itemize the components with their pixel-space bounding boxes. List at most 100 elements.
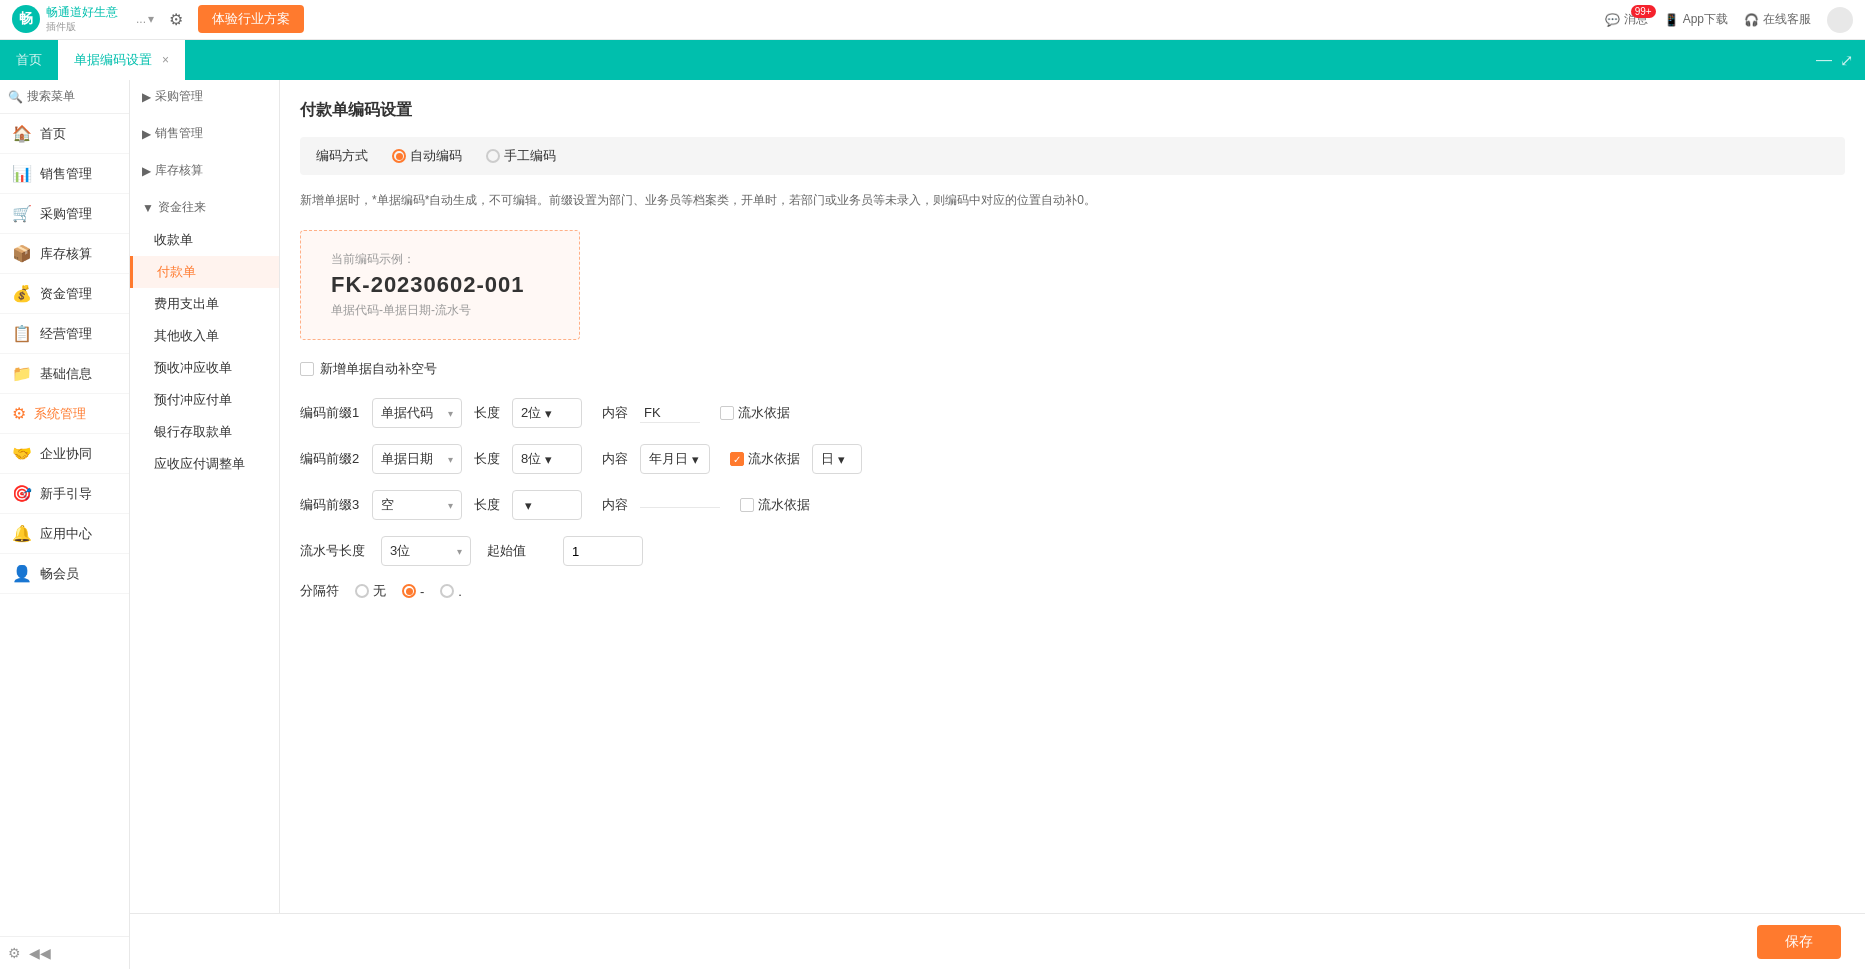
sub-group-sales-label: 销售管理	[155, 125, 203, 142]
content2-select[interactable]: 年月日 ▾	[640, 444, 710, 474]
serial-length-value: 3位	[390, 542, 410, 560]
config-row-3: 编码前缀3 空 ▾ 长度 ▾ 内容 流水依据	[300, 490, 1845, 520]
sidebar-item-guide[interactable]: 🎯 新手引导	[0, 474, 129, 514]
online-service-label: 在线客服	[1763, 11, 1811, 28]
sidebar-item-home[interactable]: 🏠 首页	[0, 114, 129, 154]
sub-group-fund-arrow: ▼	[142, 201, 154, 215]
save-button[interactable]: 保存	[1757, 925, 1841, 959]
radio-auto-encode[interactable]: 自动编码	[392, 147, 462, 165]
online-service-area[interactable]: 🎧 在线客服	[1744, 11, 1811, 28]
app-download-area[interactable]: 📱 App下载	[1664, 11, 1728, 28]
sub-item-payment[interactable]: 付款单	[130, 256, 279, 288]
sep-option-dot[interactable]: .	[440, 584, 462, 599]
prefix2-select[interactable]: 单据日期 ▾	[372, 444, 462, 474]
radio-auto-circle	[392, 149, 406, 163]
sidebar-collapse-btn[interactable]: ◀◀	[29, 945, 51, 961]
content2-value: 年月日	[649, 450, 688, 468]
message-area[interactable]: 💬 消息 99+	[1605, 11, 1648, 28]
length1-value: 2位	[521, 404, 541, 422]
trial-button[interactable]: 体验行业方案	[198, 5, 304, 33]
sidebar-settings-btn[interactable]: ⚙	[8, 945, 21, 961]
sep-option-none[interactable]: 无	[355, 582, 386, 600]
hint-text: 新增单据时，*单据编码*自动生成，不可编辑。前缀设置为部门、业务员等档案类，开单…	[300, 191, 1845, 210]
length3-label: 长度	[474, 496, 500, 514]
sub-group-inventory-arrow: ▶	[142, 164, 151, 178]
sidebar-bottom: ⚙ ◀◀	[0, 936, 129, 969]
length2-select[interactable]: 8位 ▾	[512, 444, 582, 474]
sub-item-other-income[interactable]: 其他收入单	[130, 320, 279, 352]
logo-icon: 畅	[12, 5, 40, 33]
code-example-box: 当前编码示例： FK-20230602-001 单据代码-单据日期-流水号	[300, 230, 580, 340]
sub-group-sales-arrow: ▶	[142, 127, 151, 141]
prefix1-select[interactable]: 单据代码 ▾	[372, 398, 462, 428]
sub-group-fund-title[interactable]: ▼ 资金往来	[130, 191, 279, 224]
sidebar-item-purchase[interactable]: 🛒 采购管理	[0, 194, 129, 234]
prefix3-select[interactable]: 空 ▾	[372, 490, 462, 520]
sep-dot-circle	[440, 584, 454, 598]
content1-value: FK	[640, 403, 700, 423]
prefix1-label: 编码前缀1	[300, 404, 360, 422]
sidebar-item-enterprise[interactable]: 🤝 企业协同	[0, 434, 129, 474]
logo: 畅 畅通道好生意 插件版	[12, 5, 118, 33]
code-example-desc: 单据代码-单据日期-流水号	[331, 302, 549, 319]
sub-item-prepaid-receivable[interactable]: 预收冲应收单	[130, 352, 279, 384]
sep-option-dash[interactable]: -	[402, 584, 424, 599]
prefix1-value: 单据代码	[381, 404, 433, 422]
sidebar-item-appstore[interactable]: 🔔 应用中心	[0, 514, 129, 554]
start-value-input[interactable]	[563, 536, 643, 566]
sep-none-circle	[355, 584, 369, 598]
separator-row: 分隔符 无 - .	[300, 582, 1845, 600]
sidebar-item-member[interactable]: 👤 畅会员	[0, 554, 129, 594]
page-title: 付款单编码设置	[300, 100, 1845, 121]
sidebar-item-inventory[interactable]: 📦 库存核算	[0, 234, 129, 274]
serial-length-select[interactable]: 3位 ▾	[381, 536, 471, 566]
sidebar-enterprise-label: 企业协同	[40, 445, 92, 463]
stream2-select[interactable]: 日 ▾	[812, 444, 862, 474]
sub-group-inventory-title[interactable]: ▶ 库存核算	[130, 154, 279, 187]
operation-icon: 📋	[12, 324, 32, 343]
sidebar-home-label: 首页	[40, 125, 66, 143]
tab-home[interactable]: 首页	[0, 40, 58, 80]
user-avatar[interactable]	[1827, 7, 1853, 33]
sidebar-item-operation[interactable]: 📋 经营管理	[0, 314, 129, 354]
tab-encode-label: 单据编码设置	[74, 51, 152, 69]
sub-group-purchase-title[interactable]: ▶ 采购管理	[130, 80, 279, 113]
breadcrumb-text: ...	[136, 12, 146, 26]
breadcrumb-dropdown[interactable]: ... ▾	[136, 12, 154, 26]
sub-item-expense[interactable]: 费用支出单	[130, 288, 279, 320]
length1-select[interactable]: 2位 ▾	[512, 398, 582, 428]
auto-fill-label: 新增单据自动补空号	[320, 360, 437, 378]
settings-icon[interactable]: ⚙	[162, 5, 190, 33]
stream1-check-box	[720, 406, 734, 420]
auto-fill-row[interactable]: 新增单据自动补空号	[300, 360, 1845, 378]
stream2-checkbox[interactable]: 流水依据	[730, 450, 800, 468]
minimize-icon[interactable]: —	[1816, 51, 1832, 69]
length3-select[interactable]: ▾	[512, 490, 582, 520]
stream2-label: 流水依据	[748, 450, 800, 468]
sub-group-sales-title[interactable]: ▶ 销售管理	[130, 117, 279, 150]
logo-text-area: 畅通道好生意 插件版	[46, 5, 118, 33]
sub-item-bank[interactable]: 银行存取款单	[130, 416, 279, 448]
top-bar-left: 畅 畅通道好生意 插件版 ... ▾ ⚙ 体验行业方案	[12, 5, 1605, 33]
sidebar-appstore-label: 应用中心	[40, 525, 92, 543]
stream1-checkbox[interactable]: 流水依据	[720, 404, 790, 422]
sidebar-item-fund[interactable]: 💰 资金管理	[0, 274, 129, 314]
sidebar-item-system[interactable]: ⚙ 系统管理	[0, 394, 129, 434]
sub-item-prepaid-payable[interactable]: 预付冲应付单	[130, 384, 279, 416]
tab-close-icon[interactable]: ×	[162, 53, 169, 67]
serial-length-label: 流水号长度	[300, 542, 365, 560]
tab-encode-setting[interactable]: 单据编码设置 ×	[58, 40, 185, 80]
sidebar-item-basic[interactable]: 📁 基础信息	[0, 354, 129, 394]
content3-label: 内容	[602, 496, 628, 514]
stream3-checkbox[interactable]: 流水依据	[740, 496, 810, 514]
auto-fill-checkbox[interactable]	[300, 362, 314, 376]
maximize-icon[interactable]: ⤢	[1840, 51, 1853, 70]
config-row-2: 编码前缀2 单据日期 ▾ 长度 8位 ▾ 内容 年月日 ▾ 流水依据 日 ▾	[300, 444, 1845, 474]
radio-manual-encode[interactable]: 手工编码	[486, 147, 556, 165]
sub-item-receipt[interactable]: 收款单	[130, 224, 279, 256]
sidebar-search[interactable]: 🔍 搜索菜单	[0, 80, 129, 114]
tab-bar: 首页 单据编码设置 × — ⤢	[0, 40, 1865, 80]
sub-item-adjustment[interactable]: 应收应付调整单	[130, 448, 279, 480]
sidebar-item-sales[interactable]: 📊 销售管理	[0, 154, 129, 194]
stream2-check-box	[730, 452, 744, 466]
